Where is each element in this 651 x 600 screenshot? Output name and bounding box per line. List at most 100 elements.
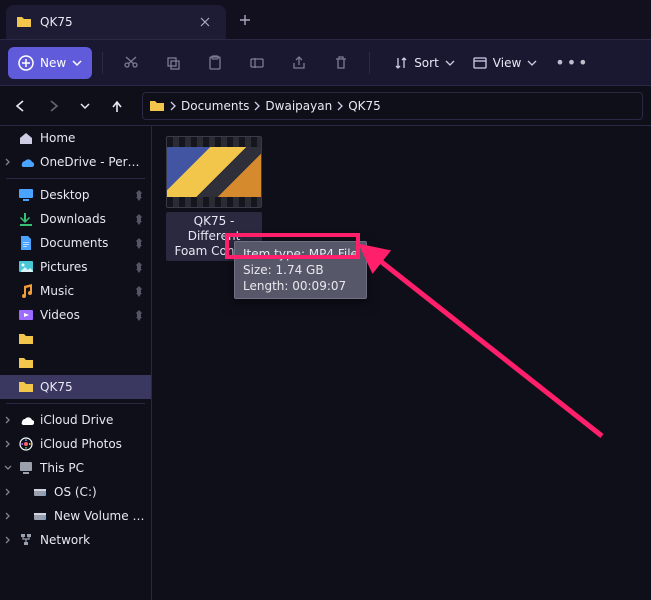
iclphoto-icon	[18, 436, 34, 452]
recent-button[interactable]	[72, 93, 98, 119]
tooltip-line: Length: 00:09:07	[243, 278, 358, 294]
pin-icon	[133, 189, 145, 201]
breadcrumb-item[interactable]: QK75	[348, 99, 381, 113]
chevron-down-icon[interactable]	[3, 463, 13, 473]
scissors-icon	[123, 55, 139, 71]
chevron-right-icon[interactable]	[3, 511, 13, 521]
sidebar-item-videos[interactable]: Videos	[0, 303, 151, 327]
sidebar-item-label: QK75	[40, 380, 145, 394]
sidebar-item-unnamed[interactable]	[0, 351, 151, 375]
disk-icon	[32, 484, 48, 500]
sidebar-item-label: Desktop	[40, 188, 127, 202]
tooltip-line: Item type: MP4 File	[243, 246, 358, 262]
sidebar-item-label: New Volume (D:)	[54, 509, 145, 523]
sidebar-item-pictures[interactable]: Pictures	[0, 255, 151, 279]
home-icon	[18, 130, 34, 146]
chevron-right-icon[interactable]	[3, 439, 13, 449]
picture-icon	[18, 259, 34, 275]
desktop-icon	[18, 187, 34, 203]
separator	[369, 52, 370, 74]
sidebar-item-network[interactable]: Network	[0, 528, 151, 552]
chevron-right-icon[interactable]	[3, 487, 13, 497]
sidebar-item-home[interactable]: Home	[0, 126, 151, 150]
sidebar-item-label: Documents	[40, 236, 127, 250]
new-button-label: New	[40, 56, 66, 70]
sidebar-item-qk75[interactable]: QK75	[0, 375, 151, 399]
pin-icon	[133, 261, 145, 273]
chevron-down-icon	[72, 58, 82, 68]
sidebar-item-onedrive-personal[interactable]: OneDrive - Personal	[0, 150, 151, 174]
sidebar-item-music[interactable]: Music	[0, 279, 151, 303]
arrow-right-icon	[46, 99, 60, 113]
delete-button[interactable]	[323, 47, 359, 79]
sidebar-item-this-pc[interactable]: This PC	[0, 456, 151, 480]
new-tab-button[interactable]	[234, 9, 256, 31]
arrow-up-icon	[110, 99, 124, 113]
rename-icon	[249, 55, 265, 71]
view-button[interactable]: View	[465, 47, 545, 79]
sidebar-item-label: Network	[40, 533, 145, 547]
nav-row: Documents Dwaipayan QK75	[0, 86, 651, 126]
pc-icon	[18, 460, 34, 476]
pin-icon	[133, 237, 145, 249]
sidebar-item-label: Music	[40, 284, 127, 298]
annotation-arrow	[352, 236, 612, 446]
chevron-right-icon[interactable]	[3, 535, 13, 545]
pin-icon	[133, 285, 145, 297]
sidebar-item-new-volume-d-[interactable]: New Volume (D:)	[0, 504, 151, 528]
sidebar-item-desktop[interactable]: Desktop	[0, 183, 151, 207]
back-button[interactable]	[8, 93, 34, 119]
more-icon: •••	[555, 53, 589, 72]
chevron-right-icon[interactable]	[3, 415, 13, 425]
folder-icon	[18, 379, 34, 395]
sidebar: Home OneDrive - Personal Desktop Downloads D…	[0, 126, 152, 600]
sidebar-item-documents[interactable]: Documents	[0, 231, 151, 255]
arrow-left-icon	[14, 99, 28, 113]
up-button[interactable]	[104, 93, 130, 119]
sidebar-item-label: iCloud Drive	[40, 413, 145, 427]
sidebar-item-icloud-photos[interactable]: iCloud Photos	[0, 432, 151, 456]
content-pane[interactable]: QK75 - Different Foam Confi... Item type…	[152, 126, 651, 600]
breadcrumb-item[interactable]: Dwaipayan	[265, 99, 332, 113]
new-button[interactable]: New	[8, 47, 92, 79]
chevron-right-icon	[253, 101, 261, 111]
sidebar-item-downloads[interactable]: Downloads	[0, 207, 151, 231]
breadcrumb[interactable]: Documents Dwaipayan QK75	[142, 92, 643, 120]
copy-button[interactable]	[155, 47, 191, 79]
network-icon	[18, 532, 34, 548]
share-button[interactable]	[281, 47, 317, 79]
forward-button[interactable]	[40, 93, 66, 119]
folder-icon	[16, 14, 32, 30]
tab-title: QK75	[40, 15, 186, 29]
tooltip-line: Size: 1.74 GB	[243, 262, 358, 278]
copy-icon	[165, 55, 181, 71]
view-label: View	[493, 56, 521, 70]
video-thumbnail	[166, 136, 262, 208]
chevron-right-icon	[169, 101, 177, 111]
close-tab-button[interactable]	[194, 11, 216, 33]
sort-button[interactable]: Sort	[386, 47, 463, 79]
toolbar: New Sort View •••	[0, 40, 651, 86]
sidebar-item-os-c-[interactable]: OS (C:)	[0, 480, 151, 504]
sidebar-item-icloud-drive[interactable]: iCloud Drive	[0, 408, 151, 432]
chevron-right-icon[interactable]	[3, 157, 13, 167]
plus-circle-icon	[18, 55, 34, 71]
paste-button[interactable]	[197, 47, 233, 79]
breadcrumb-item[interactable]: Documents	[181, 99, 249, 113]
cut-button[interactable]	[113, 47, 149, 79]
download-icon	[18, 211, 34, 227]
chevron-down-icon	[527, 58, 537, 68]
share-icon	[291, 55, 307, 71]
rename-button[interactable]	[239, 47, 275, 79]
sidebar-item-unnamed[interactable]	[0, 327, 151, 351]
chevron-right-icon	[336, 101, 344, 111]
pin-icon	[133, 309, 145, 321]
separator	[102, 52, 103, 74]
icloud-icon	[18, 412, 34, 428]
separator	[6, 178, 145, 179]
tab-active[interactable]: QK75	[6, 5, 226, 39]
sidebar-item-label: Downloads	[40, 212, 127, 226]
folder-icon	[18, 355, 34, 371]
sidebar-item-label: Home	[40, 131, 145, 145]
more-button[interactable]: •••	[547, 47, 597, 79]
